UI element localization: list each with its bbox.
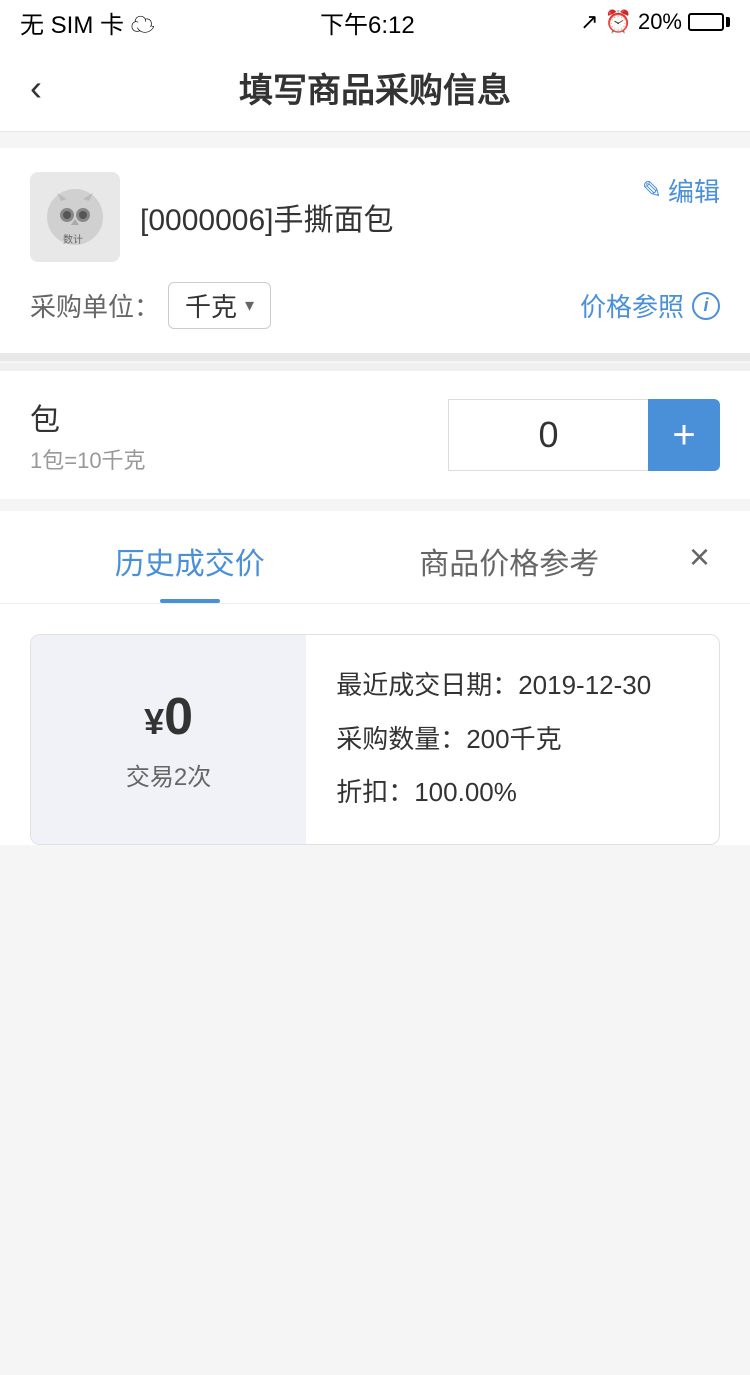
- tab-underline: [160, 599, 220, 603]
- quantity-row: 包 1包=10千克 +: [0, 371, 750, 499]
- status-right-group: ↗ ⏰ 20%: [580, 9, 730, 35]
- tab-close-button[interactable]: ×: [679, 526, 720, 588]
- info-icon: i: [692, 292, 720, 320]
- purchase-qty-row: 采购数量：200千克: [336, 719, 689, 761]
- status-bar: 无 SIM 卡 ☁ 下午6:12 ↗ ⏰ 20%: [0, 0, 750, 44]
- purchase-qty-value: 200千克: [466, 724, 561, 754]
- price-display: ¥0: [144, 687, 193, 747]
- bottom-panel: 历史成交价 商品价格参考 × ¥0 交易2次 最近成交日期：2019-12-30…: [0, 511, 750, 845]
- product-title: 手撕面包: [273, 204, 393, 237]
- edit-icon: ✎: [642, 176, 662, 205]
- tab-price-reference[interactable]: 商品价格参考: [349, 511, 668, 603]
- separator: [0, 353, 750, 361]
- recent-date-label: 最近成交日期：: [336, 670, 518, 700]
- page-title: 填写商品采购信息: [239, 63, 511, 112]
- recent-date-value: 2019-12-30: [518, 670, 651, 700]
- back-button[interactable]: ‹: [30, 67, 90, 109]
- product-left: 数计 [0000006]手撕面包: [30, 172, 393, 262]
- chevron-down-icon: ▾: [245, 295, 254, 316]
- quantity-label: 包 1包=10千克: [30, 395, 146, 475]
- unit-label: 采购单位：: [30, 287, 160, 324]
- location-icon: ↗: [580, 9, 598, 35]
- status-time: 下午6:12: [320, 5, 415, 40]
- discount-label: 折扣：: [336, 777, 414, 807]
- nav-bar: ‹ 填写商品采购信息: [0, 44, 750, 132]
- quantity-controls: +: [448, 399, 720, 471]
- unit-row-left: 采购单位： 千克 ▾: [30, 282, 271, 329]
- product-header: 数计 [0000006]手撕面包 ✎ 编辑: [30, 172, 720, 262]
- product-logo-icon: 数计: [45, 187, 105, 247]
- unit-value: 千克: [185, 287, 237, 324]
- purchase-qty-label: 采购数量：: [336, 724, 466, 754]
- currency-symbol: ¥: [144, 701, 164, 742]
- price-value: 0: [164, 688, 193, 746]
- price-ref-label: 价格参照: [580, 287, 684, 324]
- tabs-row: 历史成交价 商品价格参考 ×: [0, 511, 750, 604]
- quantity-plus-button[interactable]: +: [648, 399, 720, 471]
- tab-history-price[interactable]: 历史成交价: [30, 511, 349, 603]
- pkg-unit-name: 包: [30, 395, 146, 439]
- trade-count: 交易2次: [126, 757, 211, 792]
- history-card: ¥0 交易2次 最近成交日期：2019-12-30 采购数量：200千克 折扣：…: [30, 634, 720, 845]
- history-left-panel: ¥0 交易2次: [31, 635, 306, 844]
- quantity-section: 包 1包=10千克 +: [0, 363, 750, 499]
- quantity-input[interactable]: [448, 399, 648, 471]
- discount-row: 折扣：100.00%: [336, 772, 689, 814]
- product-image: 数计: [30, 172, 120, 262]
- svg-text:数计: 数计: [63, 233, 83, 246]
- history-right-panel: 最近成交日期：2019-12-30 采购数量：200千克 折扣：100.00%: [306, 635, 719, 844]
- product-unit-row: 采购单位： 千克 ▾ 价格参照 i: [30, 282, 720, 329]
- status-carrier: 无 SIM 卡 ☁: [20, 5, 155, 40]
- unit-select-dropdown[interactable]: 千克 ▾: [168, 282, 271, 329]
- price-ref-button[interactable]: 价格参照 i: [580, 287, 720, 324]
- product-name: [0000006]手撕面包: [140, 195, 393, 239]
- recent-date-row: 最近成交日期：2019-12-30: [336, 665, 689, 707]
- discount-value: 100.00%: [414, 777, 517, 807]
- product-id: [0000006]: [140, 204, 273, 237]
- battery-percent: 20%: [638, 9, 682, 35]
- pkg-unit-sub: 1包=10千克: [30, 443, 146, 475]
- page-background: [0, 875, 750, 1375]
- alarm-icon: ⏰: [605, 9, 632, 35]
- battery-icon: [688, 13, 730, 31]
- edit-button[interactable]: ✎ 编辑: [642, 172, 720, 209]
- product-card: 数计 [0000006]手撕面包 ✎ 编辑 采购单位： 千克 ▾ 价格参照 i: [0, 148, 750, 353]
